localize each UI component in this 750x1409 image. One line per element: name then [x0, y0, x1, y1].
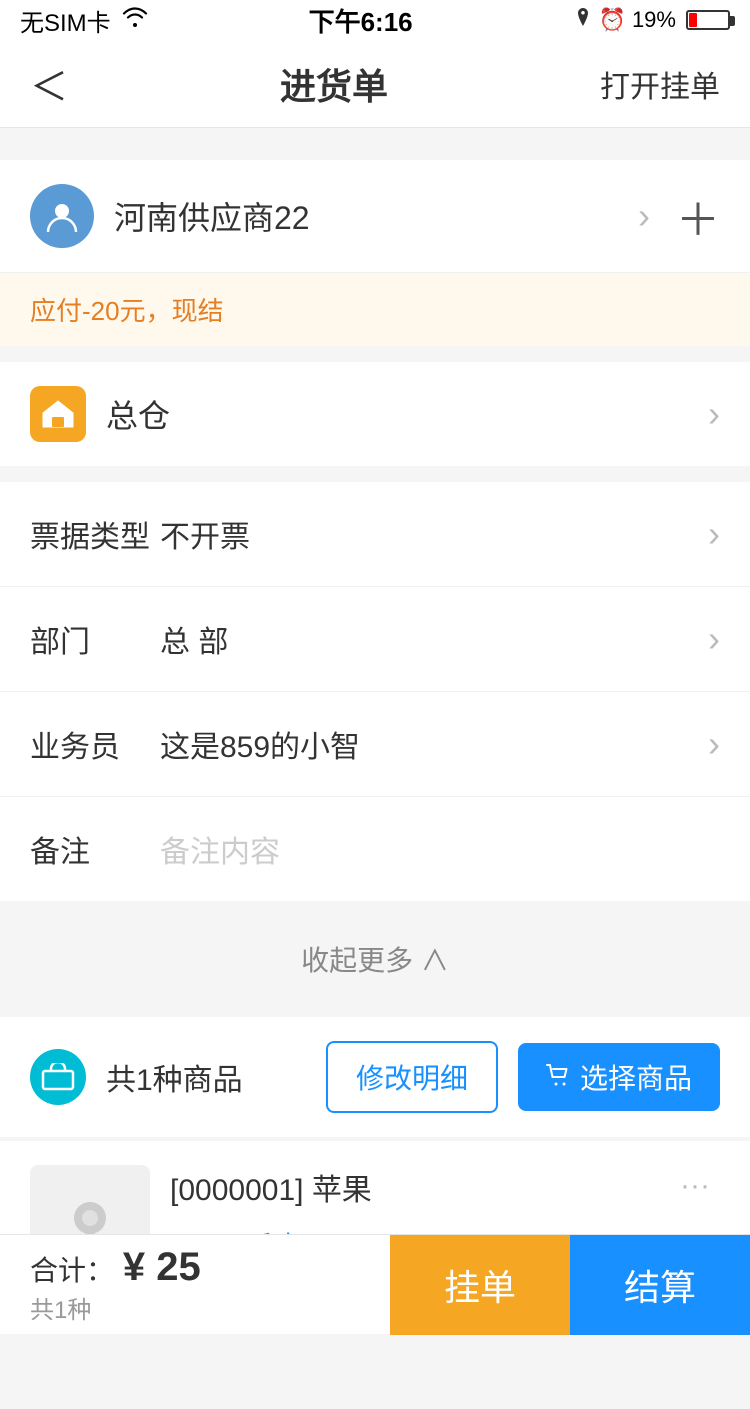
supplier-name-2: 河南供应商22	[114, 193, 638, 239]
footer-total: 合计： ¥ 25 共1种	[0, 1245, 390, 1325]
total-sub: 共1种	[30, 1290, 360, 1325]
products-header: 共1种商品 修改明细 选择商品	[0, 1017, 750, 1137]
status-time: 下午6:16	[309, 2, 413, 39]
supplier-inner: 河南供应商22 › ＋ 应付-20元，现结	[0, 160, 750, 346]
warehouse-label: 总仓	[106, 391, 708, 437]
sales-value: 这是859的小智	[160, 722, 708, 766]
sales-row[interactable]: 业务员 这是859的小智 ›	[0, 692, 750, 797]
collapse-toggle[interactable]: 收起更多 ∧	[0, 917, 750, 1001]
form-section: 票据类型 不开票 › 部门 总 部 › 业务员 这是859的小智 › 备注 备注…	[0, 482, 750, 901]
product-more-button[interactable]: ···	[670, 1165, 720, 1207]
dept-chevron-icon: ›	[708, 618, 720, 660]
remark-placeholder[interactable]: 备注内容	[160, 827, 720, 871]
status-left: 无SIM卡	[20, 3, 149, 38]
remark-row[interactable]: 备注 备注内容	[0, 797, 750, 901]
battery-label: 19%	[632, 7, 676, 33]
carrier-label: 无SIM卡	[20, 3, 111, 38]
product-name: [0000001] 苹果	[170, 1165, 650, 1209]
nav-bar: ＜ 进货单 打开挂单	[0, 40, 750, 128]
invoice-value: 不开票	[160, 512, 708, 556]
back-button[interactable]: ＜	[30, 56, 68, 111]
total-row: 合计： ¥ 25	[30, 1245, 360, 1290]
dept-label: 部门	[30, 617, 160, 661]
wifi-icon	[121, 6, 149, 34]
warehouse-section[interactable]: 总仓 ›	[0, 362, 750, 466]
invoice-chevron-icon: ›	[708, 513, 720, 555]
product-title: 苹果	[312, 1174, 372, 1207]
dept-row[interactable]: 部门 总 部 ›	[0, 587, 750, 692]
page-title: 进货单	[280, 58, 388, 110]
status-right: ⏰ 19%	[573, 7, 730, 33]
sales-chevron-icon: ›	[708, 723, 720, 765]
remark-label: 备注	[30, 827, 160, 871]
supplier-main-row[interactable]: 河南供应商22 › ＋	[0, 160, 750, 273]
product-count-label: 共1种商品	[106, 1055, 306, 1099]
battery-icon	[686, 10, 730, 30]
footer: 合计： ¥ 25 共1种 挂单 结算	[0, 1234, 750, 1334]
supplier-add-button[interactable]: ＋	[666, 184, 720, 248]
supplier-avatar	[30, 184, 94, 248]
select-product-button[interactable]: 选择商品	[518, 1043, 720, 1111]
warehouse-chevron-icon: ›	[708, 393, 720, 435]
hang-order-button[interactable]: 挂单	[390, 1235, 570, 1335]
alarm-icon: ⏰	[599, 7, 626, 33]
dept-value: 总 部	[160, 617, 708, 661]
invoice-label: 票据类型	[30, 512, 160, 556]
supplier-notice-2: 应付-20元，现结	[0, 273, 750, 346]
open-hang-button[interactable]: 打开挂单	[600, 62, 720, 106]
checkout-button[interactable]: 结算	[570, 1235, 750, 1335]
sales-label: 业务员	[30, 722, 160, 766]
divider-1	[0, 128, 750, 144]
invoice-row[interactable]: 票据类型 不开票 ›	[0, 482, 750, 587]
location-icon	[573, 7, 593, 33]
warehouse-icon	[30, 386, 86, 442]
edit-detail-button[interactable]: 修改明细	[326, 1041, 498, 1113]
product-count-icon	[30, 1049, 86, 1105]
status-bar: 无SIM卡 下午6:16 ⏰ 19%	[0, 0, 750, 40]
total-amount: ¥ 25	[123, 1245, 201, 1289]
supplier-block: 河南供应商22 › ＋ 应付-20元，现结	[0, 160, 750, 346]
total-label: 合计：	[30, 1255, 114, 1286]
cart-icon	[546, 1061, 572, 1093]
product-code: [0000001]	[170, 1174, 303, 1207]
supplier-chevron-icon: ›	[638, 195, 650, 237]
